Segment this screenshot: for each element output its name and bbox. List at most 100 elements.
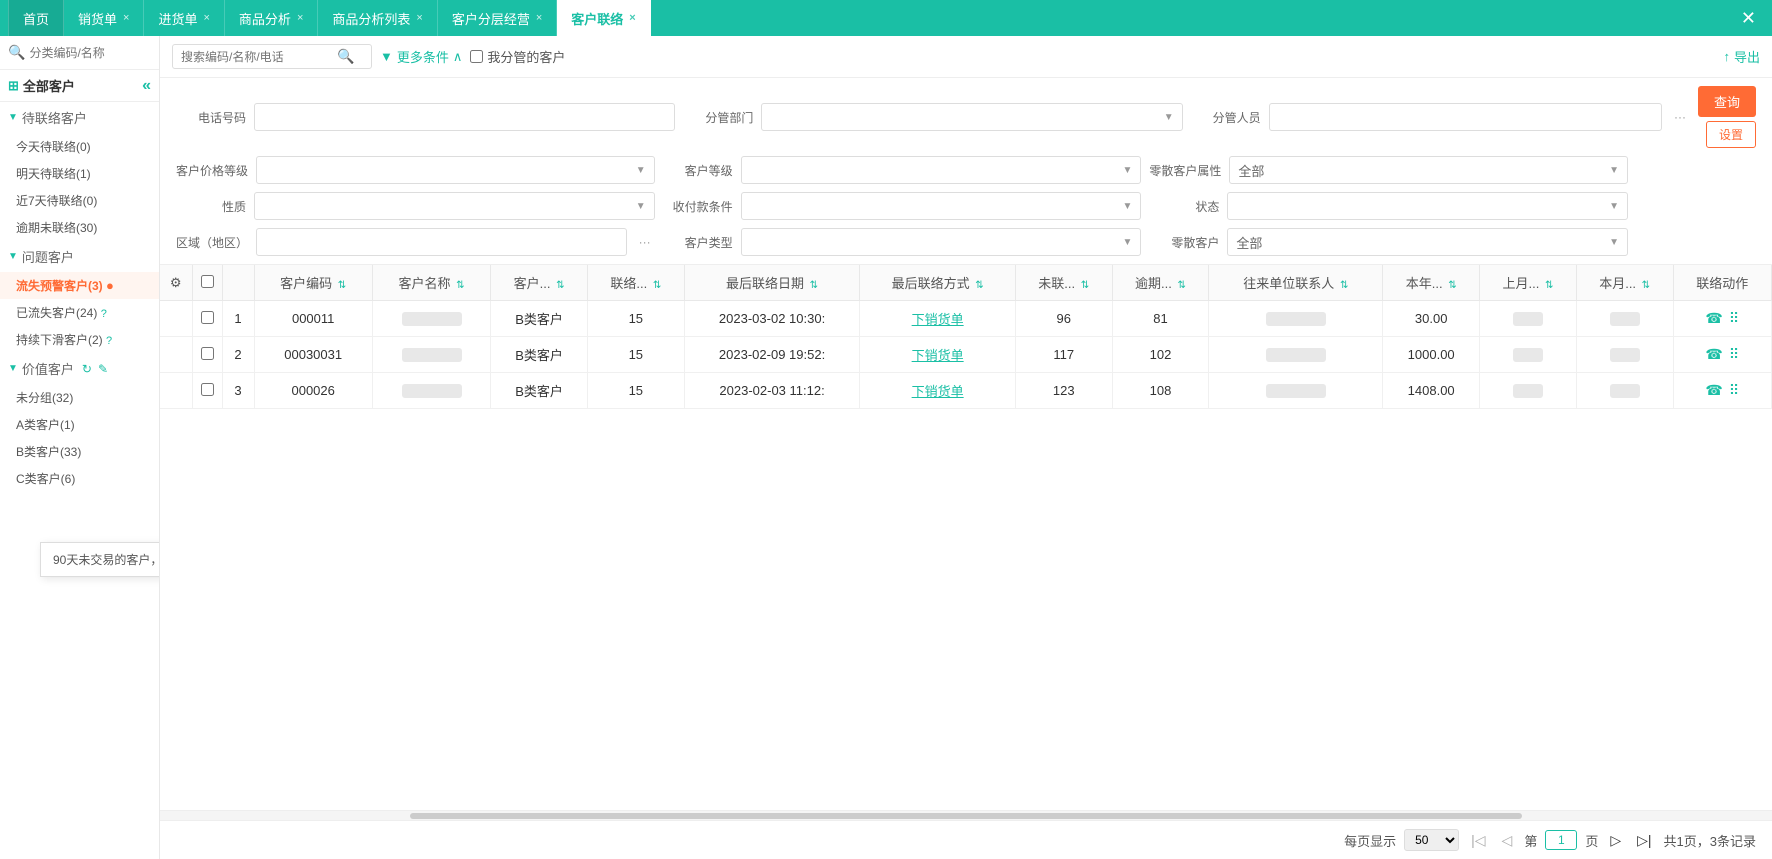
query-button[interactable]: 查询 xyxy=(1698,86,1756,117)
sidebar-item-churn-warning[interactable]: 流失预警客户(3) ● xyxy=(0,272,159,299)
row3-check[interactable] xyxy=(201,383,214,396)
customer-segment-tab-close[interactable]: × xyxy=(536,12,542,24)
analysis-list-tab-close[interactable]: × xyxy=(416,12,422,24)
settings-button[interactable]: 设置 xyxy=(1706,121,1756,148)
more-filter-button[interactable]: ▼ 更多条件 ∧ xyxy=(380,47,462,66)
sidebar-item-a-class[interactable]: A类客户(1) xyxy=(0,411,159,438)
retail-select[interactable]: 全部 ▼ xyxy=(1227,228,1628,256)
col-last-month[interactable]: 上月... ⇅ xyxy=(1480,265,1577,301)
row2-more-icon[interactable]: ⠿ xyxy=(1729,346,1739,363)
nav-tab-sales[interactable]: 销货单 × xyxy=(64,0,144,36)
row2-contact-icon[interactable]: ☎ xyxy=(1705,346,1722,363)
search-input[interactable] xyxy=(181,50,331,64)
purchase-tab-close[interactable]: × xyxy=(203,12,209,24)
region-input[interactable] xyxy=(256,228,627,256)
col-name[interactable]: 客户名称 ⇅ xyxy=(372,265,490,301)
sidebar-item-overdue-contact[interactable]: 逾期未联络(30) xyxy=(0,214,159,241)
export-button[interactable]: ↑ 导出 xyxy=(1723,47,1760,66)
retail-attr-select[interactable]: 全部 ▼ xyxy=(1229,156,1628,184)
row3-way-link[interactable]: 下销货单 xyxy=(912,384,964,399)
refresh-icon[interactable]: ↻ xyxy=(82,362,92,376)
sidebar-item-c-class[interactable]: C类客户(6) xyxy=(0,465,159,492)
purchase-tab-label: 进货单 xyxy=(158,9,197,28)
row2-action: ☎ ⠿ xyxy=(1673,337,1772,373)
customer-table: ⚙ 客户编码 ⇅ 客户名称 ⇅ xyxy=(160,265,1772,409)
row1-check[interactable] xyxy=(201,311,214,324)
table-header-row: ⚙ 客户编码 ⇅ 客户名称 ⇅ xyxy=(160,265,1772,301)
first-page-button[interactable]: |◁ xyxy=(1467,832,1489,849)
phone-input[interactable] xyxy=(254,103,675,131)
sidebar-group-pending[interactable]: ▼ 待联络客户 xyxy=(0,102,159,133)
search-submit-icon[interactable]: 🔍 xyxy=(337,48,354,65)
close-all-tabs-button[interactable]: ✕ xyxy=(1733,8,1764,29)
customer-type-select[interactable]: ▼ xyxy=(741,228,1142,256)
nav-tab-customer-segment[interactable]: 客户分层经营 × xyxy=(438,0,557,36)
sidebar-group-problem[interactable]: ▼ 问题客户 xyxy=(0,241,159,272)
row2-check[interactable] xyxy=(201,347,214,360)
row2-way-link[interactable]: 下销货单 xyxy=(912,348,964,363)
col-type[interactable]: 客户... ⇅ xyxy=(491,265,588,301)
col-this-year[interactable]: 本年... ⇅ xyxy=(1383,265,1480,301)
sidebar-item-week-contact[interactable]: 近7天待联络(0) xyxy=(0,187,159,214)
customer-contact-tab-label: 客户联络 xyxy=(571,9,623,28)
my-customers-checkbox[interactable] xyxy=(470,50,483,63)
table-row: 1 000011 B类客户 15 2023-03-02 10:30: 下销货单 … xyxy=(160,301,1772,337)
row1-contact-icon[interactable]: ☎ xyxy=(1705,310,1722,327)
region-more-button[interactable]: ··· xyxy=(635,235,655,249)
edit-value-icon[interactable]: ✎ xyxy=(98,362,108,376)
sales-tab-close[interactable]: × xyxy=(123,12,129,24)
nav-tab-home[interactable]: 首页 xyxy=(8,0,64,36)
sidebar-item-tomorrow-contact[interactable]: 明天待联络(1) xyxy=(0,160,159,187)
customer-level-select[interactable]: ▼ xyxy=(741,156,1142,184)
sidebar-item-ungrouped[interactable]: 未分组(32) xyxy=(0,384,159,411)
col-unit-contact[interactable]: 往来单位联系人 ⇅ xyxy=(1209,265,1383,301)
sidebar-group-value[interactable]: ▼ 价值客户 ↻ ✎ xyxy=(0,353,159,384)
row2-unit-blurred xyxy=(1266,348,1326,362)
col-overdue[interactable]: 逾期... ⇅ xyxy=(1112,265,1209,301)
status-select[interactable]: ▼ xyxy=(1227,192,1628,220)
sidebar-item-churned[interactable]: 已流失客户(24) ? xyxy=(0,299,159,326)
collapse-icon: « xyxy=(142,77,151,95)
page-number-input[interactable] xyxy=(1545,830,1577,850)
row3-more-icon[interactable]: ⠿ xyxy=(1729,382,1739,399)
col-settings[interactable]: ⚙ xyxy=(160,265,192,301)
col-last-contact-way[interactable]: 最后联络方式 ⇅ xyxy=(860,265,1015,301)
next-page-button[interactable]: ▷ xyxy=(1606,832,1625,849)
analysis-tab-close[interactable]: × xyxy=(297,12,303,24)
row3-contact-icon[interactable]: ☎ xyxy=(1705,382,1722,399)
row2-not-contacted: 117 xyxy=(1015,337,1112,373)
row1-type: B类客户 xyxy=(491,301,588,337)
per-page-select[interactable]: 50 100 200 xyxy=(1404,829,1459,851)
col-this-month[interactable]: 本月... ⇅ xyxy=(1576,265,1673,301)
dept-select[interactable]: ▼ xyxy=(761,103,1182,131)
prev-page-button[interactable]: ◁ xyxy=(1498,832,1517,849)
horizontal-scroll-thumb[interactable] xyxy=(410,813,1522,819)
nav-tab-customer-contact[interactable]: 客户联络 × xyxy=(557,0,650,36)
export-icon: ↑ xyxy=(1723,49,1730,64)
col-last-contact-date[interactable]: 最后联络日期 ⇅ xyxy=(684,265,860,301)
sidebar-item-today-contact[interactable]: 今天待联络(0) xyxy=(0,133,159,160)
last-page-button[interactable]: ▷| xyxy=(1633,832,1655,849)
horizontal-scroll-track[interactable] xyxy=(160,810,1772,820)
nav-tab-analysis[interactable]: 商品分析 × xyxy=(225,0,318,36)
nav-tab-analysis-list[interactable]: 商品分析列表 × xyxy=(318,0,437,36)
payment-select[interactable]: ▼ xyxy=(741,192,1142,220)
select-all-checkbox[interactable] xyxy=(201,275,214,288)
analysis-list-tab-label: 商品分析列表 xyxy=(332,9,410,28)
row1-way-link[interactable]: 下销货单 xyxy=(912,312,964,327)
row1-more-icon[interactable]: ⠿ xyxy=(1729,310,1739,327)
row3-unit-blurred xyxy=(1266,384,1326,398)
sidebar-search-input[interactable] xyxy=(29,46,160,60)
col-contact[interactable]: 联络... ⇅ xyxy=(587,265,684,301)
manager-more-button[interactable]: ··· xyxy=(1670,110,1690,124)
nature-select[interactable]: ▼ xyxy=(254,192,655,220)
col-code[interactable]: 客户编码 ⇅ xyxy=(254,265,372,301)
sidebar-all-customers[interactable]: ⊞ 全部客户 « xyxy=(0,70,159,102)
nav-tab-purchase[interactable]: 进货单 × xyxy=(144,0,224,36)
price-level-select[interactable]: ▼ xyxy=(256,156,655,184)
sidebar-item-b-class[interactable]: B类客户(33) xyxy=(0,438,159,465)
col-not-contacted[interactable]: 未联... ⇅ xyxy=(1015,265,1112,301)
sidebar-item-declining[interactable]: 持续下滑客户(2) ? xyxy=(0,326,159,353)
manager-select[interactable] xyxy=(1269,103,1662,131)
customer-contact-tab-close[interactable]: × xyxy=(629,12,635,24)
